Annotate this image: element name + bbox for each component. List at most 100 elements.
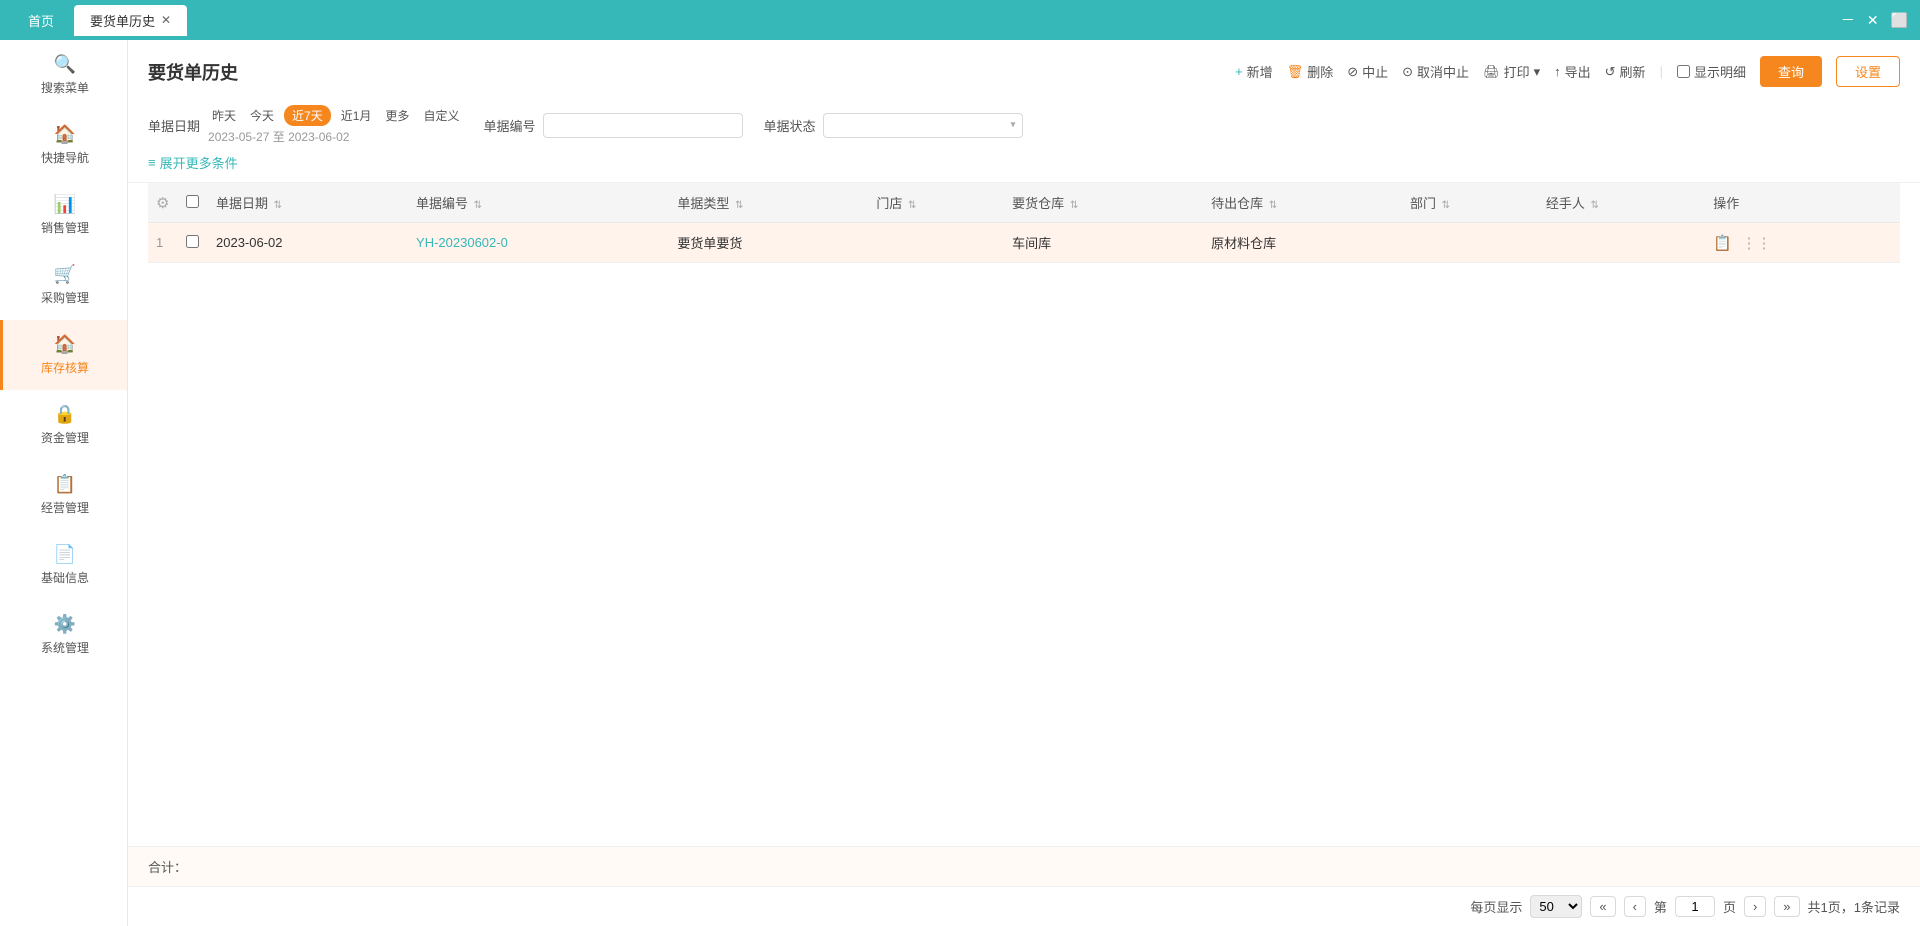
req-warehouse-sort-icon: ⇅ [1070, 200, 1078, 211]
date-btn-today[interactable]: 今天 [246, 105, 278, 126]
date-btn-more[interactable]: 更多 [381, 105, 413, 126]
refresh-icon: ↺ [1605, 64, 1616, 80]
col-settings: ⚙ [148, 183, 178, 223]
settings-button[interactable]: 设置 [1836, 56, 1900, 87]
cart-icon: 🛒 [54, 264, 76, 285]
top-bar-right: － ✕ ⬜ [1841, 10, 1908, 30]
delete-icon: 🗑 [1287, 64, 1304, 80]
last-page-button[interactable]: » [1774, 896, 1799, 917]
col-pending-warehouse-label: 待出仓库 [1211, 196, 1263, 211]
sidebar: 🔍 搜索菜单 🏠 快捷导航 📊 销售管理 🛒 采购管理 🏠 库存核算 🔒 资金管… [0, 40, 128, 926]
top-bar: 首页 要货单历史 ✕ － ✕ ⬜ [0, 0, 1920, 40]
date-btn-custom[interactable]: 自定义 [419, 105, 463, 126]
status-select[interactable] [823, 113, 1023, 138]
col-store[interactable]: 门店 ⇅ [868, 183, 1004, 223]
total-info: 共1页，1条记录 [1808, 897, 1900, 916]
tab-requisition-history[interactable]: 要货单历史 ✕ [74, 5, 187, 36]
date-btn-recent7[interactable]: 近7天 [284, 105, 331, 126]
row-more-icon[interactable]: ⋮⋮ [1742, 235, 1772, 252]
doc-no-sort-icon: ⇅ [474, 200, 482, 211]
delete-button[interactable]: 🗑 删除 [1287, 62, 1334, 81]
sidebar-item-sales[interactable]: 📊 销售管理 [0, 180, 127, 250]
first-page-button[interactable]: « [1590, 896, 1615, 917]
print-button[interactable]: 🖨 打印 ▾ [1483, 62, 1540, 81]
doc-no-link[interactable]: YH-20230602-0 [416, 235, 508, 250]
display-detail-input[interactable] [1677, 65, 1690, 78]
col-doc-no[interactable]: 单据编号 ⇅ [408, 183, 669, 223]
table-header-row: ⚙ 单据日期 ⇅ 单据编号 ⇅ [148, 183, 1900, 223]
col-store-label: 门店 [876, 196, 902, 211]
date-btn-recent1month[interactable]: 近1月 [337, 105, 376, 126]
col-checkbox-all[interactable] [178, 183, 208, 223]
expand-more-button[interactable]: ≡ 展开更多条件 [148, 153, 1900, 172]
col-doc-date[interactable]: 单据日期 ⇅ [208, 183, 408, 223]
col-pending-warehouse[interactable]: 待出仓库 ⇅ [1203, 183, 1402, 223]
prev-page-button[interactable]: ‹ [1624, 896, 1646, 917]
pending-warehouse-sort-icon: ⇅ [1269, 200, 1277, 211]
sidebar-item-purchase[interactable]: 🛒 采购管理 [0, 250, 127, 320]
sidebar-item-quick-nav[interactable]: 🏠 快捷导航 [0, 110, 127, 180]
status-select-wrapper: ▾ [823, 113, 1023, 138]
row-handler [1538, 223, 1705, 263]
row-edit-icon[interactable]: 📋 [1713, 235, 1732, 252]
delete-label: 删除 [1307, 62, 1333, 81]
row-checkbox-cell[interactable] [178, 223, 208, 263]
sidebar-label-purchase: 采购管理 [41, 289, 89, 306]
sidebar-item-inventory[interactable]: 🏠 库存核算 [0, 320, 127, 390]
col-doc-no-label: 单据编号 [416, 196, 468, 211]
sidebar-item-operations[interactable]: 📋 经营管理 [0, 460, 127, 530]
col-handler[interactable]: 经手人 ⇅ [1538, 183, 1705, 223]
row-doc-no[interactable]: YH-20230602-0 [408, 223, 669, 263]
window-minimize-icon[interactable]: － [1841, 10, 1855, 30]
page-suffix: 页 [1723, 897, 1736, 916]
main-layout: 🔍 搜索菜单 🏠 快捷导航 📊 销售管理 🛒 采购管理 🏠 库存核算 🔒 资金管… [0, 40, 1920, 926]
handler-sort-icon: ⇅ [1590, 200, 1598, 211]
col-department-label: 部门 [1410, 196, 1436, 211]
chart-icon: 📊 [54, 194, 76, 215]
col-operation: 操作 [1705, 183, 1900, 223]
sidebar-label-operations: 经营管理 [41, 499, 89, 516]
sidebar-item-search[interactable]: 🔍 搜索菜单 [0, 40, 127, 110]
select-all-checkbox[interactable] [186, 195, 199, 208]
export-button[interactable]: ↑ 导出 [1554, 62, 1591, 81]
doc-icon: 📄 [54, 544, 76, 565]
per-page-select[interactable]: 50 20 100 200 [1530, 895, 1582, 918]
display-detail-checkbox[interactable]: 显示明细 [1677, 62, 1746, 81]
sidebar-item-basic-info[interactable]: 📄 基础信息 [0, 530, 127, 600]
col-handler-label: 经手人 [1546, 196, 1585, 211]
cancel-stop-label: 取消中止 [1417, 62, 1469, 81]
sidebar-label-quick-nav: 快捷导航 [41, 149, 89, 166]
doc-date-sort-icon: ⇅ [274, 200, 282, 211]
row-num: 1 [148, 223, 178, 263]
export-label: 导出 [1565, 62, 1591, 81]
col-department[interactable]: 部门 ⇅ [1402, 183, 1538, 223]
col-doc-type[interactable]: 单据类型 ⇅ [669, 183, 868, 223]
row-checkbox[interactable] [186, 235, 199, 248]
window-close-icon[interactable]: ✕ [1867, 12, 1879, 29]
stop-button[interactable]: ⊘ 中止 [1347, 62, 1388, 81]
row-doc-date: 2023-06-02 [208, 223, 408, 263]
col-req-warehouse[interactable]: 要货仓库 ⇅ [1004, 183, 1203, 223]
col-operation-label: 操作 [1713, 196, 1739, 211]
query-button[interactable]: 查询 [1760, 56, 1822, 87]
row-doc-type: 要货单要货 [669, 223, 868, 263]
department-sort-icon: ⇅ [1442, 200, 1450, 211]
table-body: 1 2023-06-02 YH-20230602-0 要货单要货 车间库 原材料… [148, 223, 1900, 263]
cancel-stop-button[interactable]: ⊙ 取消中止 [1402, 62, 1469, 81]
row-store [868, 223, 1004, 263]
next-page-button[interactable]: › [1744, 896, 1766, 917]
date-filter-label: 单据日期 [148, 116, 200, 135]
current-page-input[interactable] [1675, 896, 1715, 917]
doc-type-sort-icon: ⇅ [735, 200, 743, 211]
tab-close-icon[interactable]: ✕ [161, 13, 171, 27]
table-settings-icon[interactable]: ⚙ [156, 195, 169, 212]
tab-home[interactable]: 首页 [12, 5, 70, 36]
doc-no-input[interactable] [543, 113, 743, 138]
stop-label: 中止 [1362, 62, 1388, 81]
add-button[interactable]: + 新增 [1235, 62, 1273, 81]
sidebar-item-system[interactable]: ⚙️ 系统管理 [0, 600, 127, 670]
refresh-button[interactable]: ↺ 刷新 [1605, 62, 1646, 81]
window-maximize-icon[interactable]: ⬜ [1891, 12, 1908, 29]
date-btn-yesterday[interactable]: 昨天 [208, 105, 240, 126]
sidebar-item-finance[interactable]: 🔒 资金管理 [0, 390, 127, 460]
